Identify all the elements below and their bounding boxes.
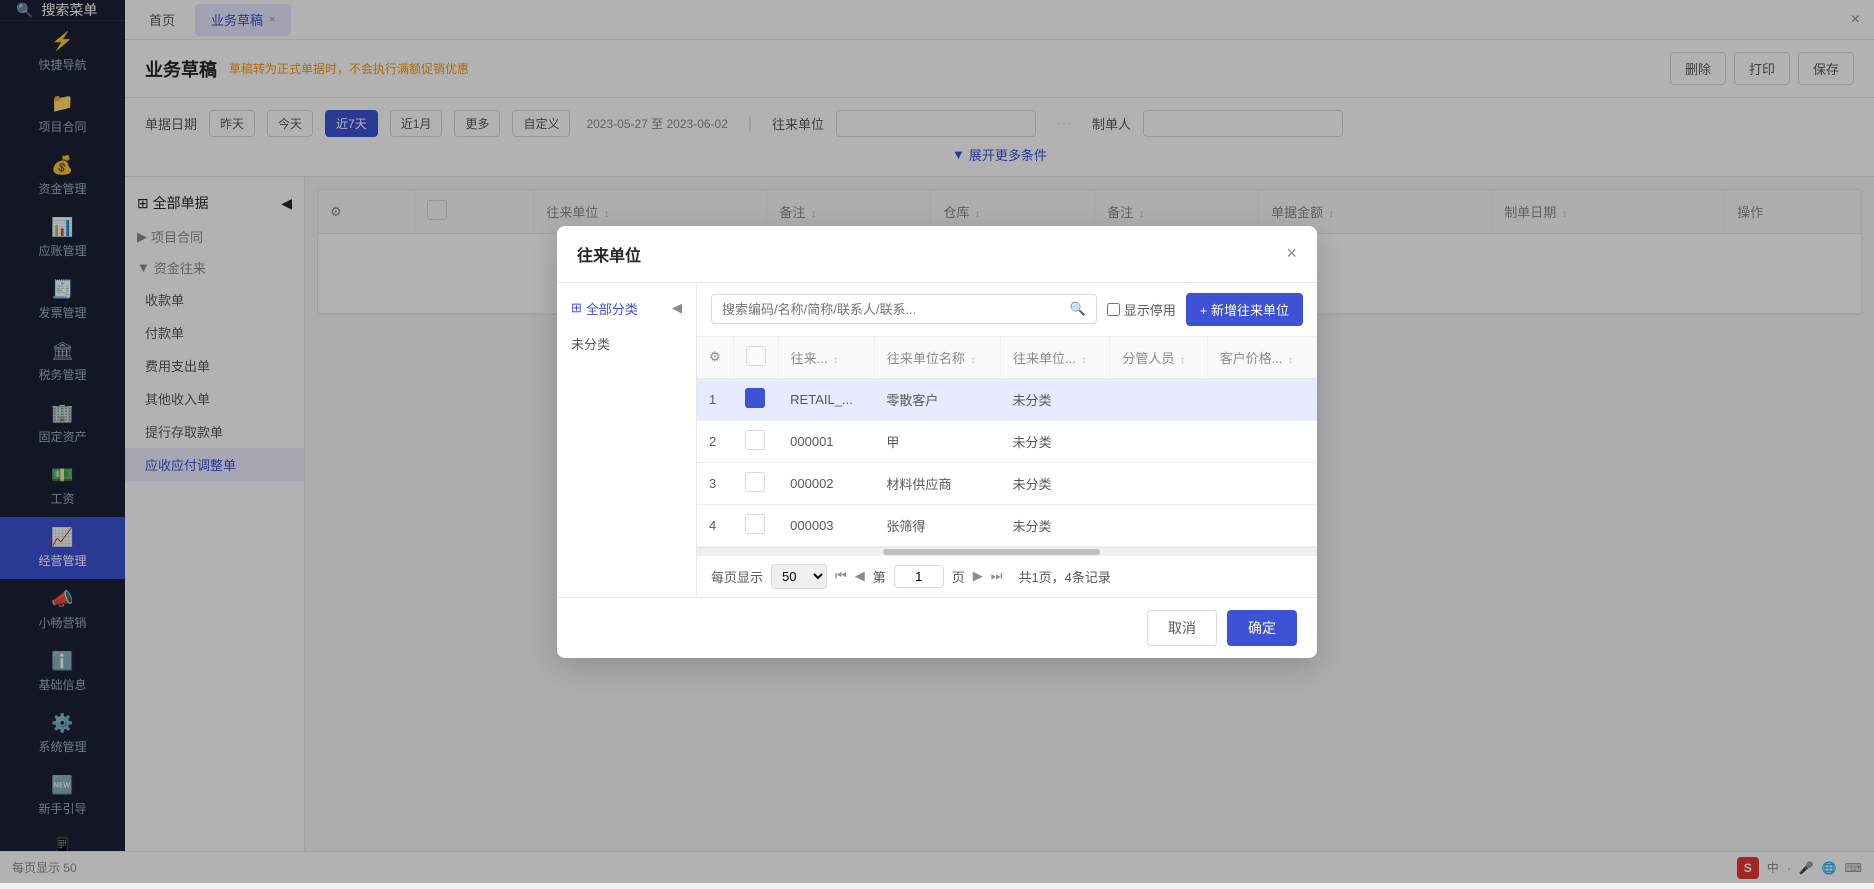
grid-icon-modal: ⊞: [571, 300, 582, 316]
cancel-button[interactable]: 取消: [1147, 610, 1217, 646]
modal-sidebar-collapse-icon[interactable]: ◀: [672, 300, 682, 316]
row-assignee: [1110, 420, 1207, 462]
row-no: 3: [697, 462, 733, 504]
modal-col-type: 往来单位... ↕: [1001, 337, 1110, 379]
modal-table-row[interactable]: 4 000003 张筛得 未分类: [697, 504, 1317, 546]
row-type: 未分类: [1001, 462, 1110, 504]
page-unit-label: 页: [952, 567, 965, 586]
row-name: 张筛得: [874, 504, 1000, 546]
modal-main-content: 🔍 显示停用 + 新增往来单位 ⚙: [697, 283, 1317, 597]
row-assignee: [1110, 462, 1207, 504]
last-page-btn[interactable]: ⏭: [991, 568, 1003, 584]
modal-actions: 取消 确定: [557, 597, 1317, 658]
row-name: 零散客户: [874, 378, 1000, 420]
row-code: RETAIL_...: [778, 378, 874, 420]
prev-page-btn[interactable]: ◀: [855, 568, 865, 584]
show-disabled-checkbox-label[interactable]: 显示停用: [1107, 300, 1176, 319]
per-page-select[interactable]: 50 100: [771, 564, 827, 589]
row-checkbox[interactable]: [733, 504, 778, 546]
show-disabled-checkbox[interactable]: [1107, 303, 1120, 316]
row-type: 未分类: [1001, 378, 1110, 420]
modal-body: ⊞ 全部分类 ◀ 未分类 🔍 显示停用: [557, 283, 1317, 597]
row-no: 1: [697, 378, 733, 420]
modal-col-code: 往来... ↕: [778, 337, 874, 379]
modal-pagination: 每页显示 50 100 ⏮ ◀ 第 页 ▶ ⏭ 共1页，4条记录: [697, 555, 1317, 597]
modal-col-settings[interactable]: ⚙: [697, 337, 733, 379]
row-checkbox[interactable]: [733, 378, 778, 420]
modal-col-checkbox[interactable]: [733, 337, 778, 379]
modal-sidebar: ⊞ 全部分类 ◀ 未分类: [557, 283, 697, 597]
row-type: 未分类: [1001, 420, 1110, 462]
modal-overlay: 往来单位 × ⊞ 全部分类 ◀ 未分类: [0, 0, 1874, 883]
modal-toolbar: 🔍 显示停用 + 新增往来单位: [697, 283, 1317, 337]
total-info: 共1页，4条记录: [1018, 567, 1110, 586]
row-checkbox[interactable]: [733, 420, 778, 462]
row-type: 未分类: [1001, 504, 1110, 546]
modal-table-row[interactable]: 3 000002 材料供应商 未分类: [697, 462, 1317, 504]
row-name: 材料供应商: [874, 462, 1000, 504]
first-page-btn[interactable]: ⏮: [835, 568, 847, 584]
row-name: 甲: [874, 420, 1000, 462]
current-page-input[interactable]: [894, 565, 944, 588]
row-code: 000002: [778, 462, 874, 504]
modal-sidebar-header: ⊞ 全部分类 ◀: [557, 291, 696, 326]
row-code: 000003: [778, 504, 874, 546]
modal-title: 往来单位: [577, 242, 641, 266]
modal-scrollbar[interactable]: [697, 547, 1317, 555]
new-counterparty-button[interactable]: + 新增往来单位: [1186, 293, 1303, 326]
modal-sidebar-unclassified[interactable]: 未分类: [557, 326, 696, 361]
per-page-label: 每页显示: [711, 567, 763, 586]
modal-table-row[interactable]: 2 000001 甲 未分类: [697, 420, 1317, 462]
next-page-btn[interactable]: ▶: [973, 568, 983, 584]
scrollbar-thumb: [883, 549, 1100, 555]
modal-col-assignee: 分管人员 ↕: [1110, 337, 1207, 379]
row-price-type: [1207, 378, 1316, 420]
confirm-button[interactable]: 确定: [1227, 610, 1297, 646]
row-assignee: [1110, 504, 1207, 546]
row-checkbox[interactable]: [733, 462, 778, 504]
modal-table: ⚙ 往来... ↕ 往来单位名称 ↕ 往来单位... ↕ 分管人员 ↕ 客户价格…: [697, 337, 1317, 547]
page-label: 第: [873, 567, 886, 586]
row-no: 4: [697, 504, 733, 546]
modal-search-box[interactable]: 🔍: [711, 294, 1097, 324]
row-assignee: [1110, 378, 1207, 420]
counterparty-modal: 往来单位 × ⊞ 全部分类 ◀ 未分类: [557, 226, 1317, 658]
modal-header: 往来单位 ×: [557, 226, 1317, 283]
modal-search-input[interactable]: [722, 302, 1064, 317]
search-icon: 🔍: [1070, 301, 1086, 317]
row-price-type: [1207, 504, 1316, 546]
modal-col-name: 往来单位名称 ↕: [874, 337, 1000, 379]
row-no: 2: [697, 420, 733, 462]
modal-col-price: 客户价格... ↕: [1207, 337, 1316, 379]
modal-close-button[interactable]: ×: [1286, 243, 1297, 264]
row-price-type: [1207, 462, 1316, 504]
row-code: 000001: [778, 420, 874, 462]
modal-table-row[interactable]: 1 RETAIL_... 零散客户 未分类: [697, 378, 1317, 420]
row-price-type: [1207, 420, 1316, 462]
